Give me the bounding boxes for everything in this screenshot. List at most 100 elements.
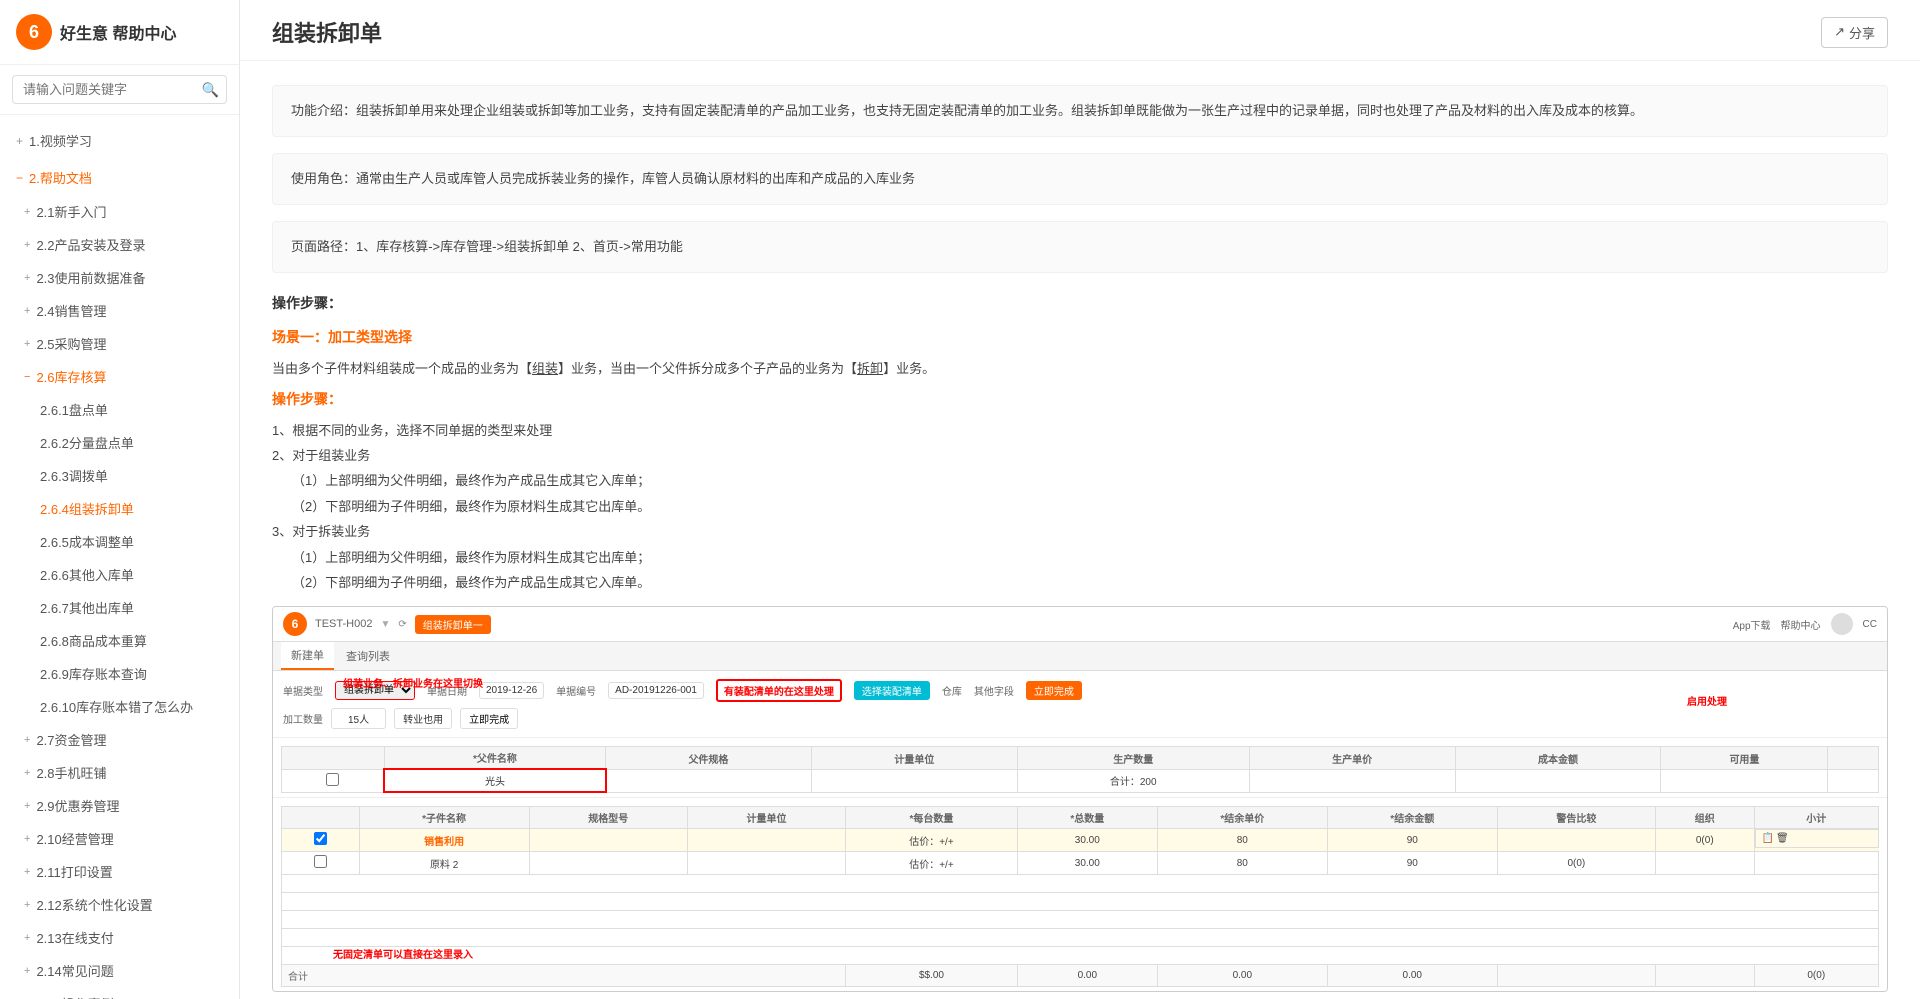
nav-sub-docs: + 2.1新手入门 + 2.2产品安装及登录 + 2.3使用前数据准备 [0, 195, 239, 999]
scenario-title: 场景一：加工类型选择 [272, 327, 1888, 347]
mock-dropdown-icon: ▼ [380, 619, 390, 630]
sidebar-item-assembly[interactable]: 2.6.4组装拆卸单 [0, 492, 239, 525]
nav-sub-section-online-pay: + 2.13在线支付 [0, 921, 239, 954]
nav-sub-section-print: + 2.11打印设置 [0, 855, 239, 888]
cell-act: 📋🗑 [1755, 829, 1879, 848]
nav-sub-section-personalize: + 2.12系统个性化设置 [0, 888, 239, 921]
sidebar-item-other-out[interactable]: 2.6.7其他出库单 [0, 591, 239, 624]
sidebar-item-purchase[interactable]: + 2.5采购管理 [0, 327, 239, 360]
col-item: *子件名称 [359, 807, 529, 829]
mock-select-bom-btn[interactable]: 选择装配清单 [854, 681, 930, 700]
sidebar-item-inventory[interactable]: 2.6.1盘点单 [0, 393, 239, 426]
sidebar-item-finance[interactable]: + 2.7资金管理 [0, 723, 239, 756]
cell-price2: 80 [1157, 829, 1327, 852]
cell-cost2: 90 [1327, 829, 1497, 852]
foot-blank1: 0.00 [1017, 965, 1157, 987]
row-checkbox[interactable] [314, 832, 327, 845]
sidebar-item-faq[interactable]: + 2.14常见问题 [0, 954, 239, 987]
sidebar-item-label: 2.14常见问题 [36, 961, 113, 980]
path-text: 页面路径：1、库存核算->库存管理->组装拆卸单 2、首页->常用功能 [291, 239, 683, 254]
step-2-2: （2）下部明细为子件明细，最终作为原材料生成其它出库单。 [292, 495, 1888, 518]
col-total: *总数量 [1017, 807, 1157, 829]
mock-save-btn[interactable]: 立即完成 [1026, 681, 1082, 700]
nav-sub-section-finance: + 2.7资金管理 [0, 723, 239, 756]
table-row [282, 893, 1879, 911]
mock-code: TEST-H002 [315, 618, 372, 630]
table-row: 原料 2 估价：+/+ 30.00 80 90 0(0) [282, 852, 1879, 875]
mock-tab-list[interactable]: 查询列表 [336, 643, 400, 669]
mock-user-label: CC [1863, 619, 1877, 630]
intro-text: 功能介绍：组装拆卸单用来处理企业组装或拆卸等加工业务，支持有固定装配清单的产品加… [291, 103, 1643, 118]
sidebar-item-label: 2.8手机旺铺 [36, 763, 106, 782]
sidebar-item-split-inventory[interactable]: 2.6.2分量盘点单 [0, 426, 239, 459]
cell-check[interactable] [282, 852, 360, 875]
sidebar-item-label: 2.5采购管理 [36, 334, 106, 353]
mock-topbar-left: 6 TEST-H002 ▼ ⟳ 组装拆卸单一 [283, 612, 491, 636]
foot-label: 合计 [282, 965, 846, 987]
cell-cost2: 90 [1327, 852, 1497, 875]
col-spec2: 规格型号 [529, 807, 687, 829]
col-qty2: *每台数量 [846, 807, 1018, 829]
sidebar-item-newbie[interactable]: + 2.1新手入门 [0, 195, 239, 228]
search-icon: 🔍 [202, 81, 219, 98]
table-row [282, 875, 1879, 893]
cell-check[interactable] [282, 769, 385, 792]
sidebar-item-cost-adjust[interactable]: 2.6.5成本调整单 [0, 525, 239, 558]
scenario-desc: 当由多个子件材料组装成一个成品的业务为【组装】业务，当由一个父件拆分成多个子产品… [272, 357, 1888, 380]
minus-icon: − [24, 371, 30, 383]
plus-icon: + [24, 734, 30, 746]
mock-tab-new[interactable]: 新建单 [281, 642, 334, 670]
sidebar-item-label: 2.11打印设置 [36, 862, 112, 881]
foot-blank2: 0.00 [1157, 965, 1327, 987]
mock-avatar [1831, 613, 1853, 635]
sidebar-item-install[interactable]: + 2.2产品安装及登录 [0, 228, 239, 261]
empty-row [282, 875, 1879, 893]
sidebar-item-video[interactable]: + 1.视频学习 [0, 123, 239, 158]
search-area[interactable]: 🔍 [0, 65, 239, 115]
row-checkbox[interactable] [314, 855, 327, 868]
page-header: 组装拆卸单 ↗ 分享 [240, 0, 1920, 61]
mock-help-link: 帮助中心 [1781, 617, 1821, 632]
plus-icon: + [24, 800, 30, 812]
sidebar-item-other-in[interactable]: 2.6.6其他入库单 [0, 558, 239, 591]
mock-topbar: 6 TEST-H002 ▼ ⟳ 组装拆卸单一 App下载 帮助中心 CC [273, 607, 1887, 642]
mock-form-area: 单据类型 组装拆卸单 单据日期 2019-12-26 单据编号 AD-20191… [273, 671, 1887, 738]
sidebar-item-online-pay[interactable]: + 2.13在线支付 [0, 921, 239, 954]
nav-sub-section-install: + 2.2产品安装及登录 [0, 228, 239, 261]
table-row: 销售利用 估价：+/+ 30.00 80 90 0(0) 📋🗑 [282, 829, 1879, 852]
row-checkbox[interactable] [326, 773, 339, 786]
sidebar-item-adjust[interactable]: 2.6.3调拨单 [0, 459, 239, 492]
plus-icon: + [24, 833, 30, 845]
col-avail: 警告比较 [1497, 807, 1655, 829]
cell-price [1249, 769, 1455, 792]
sidebar-item-sales[interactable]: + 2.4销售管理 [0, 294, 239, 327]
sidebar-item-stock-query[interactable]: 2.6.9库存账本查询 [0, 657, 239, 690]
mock-main-btn[interactable]: 组装拆卸单一 [415, 615, 491, 634]
mock-expand-btn[interactable]: 立即完成 [460, 708, 518, 729]
cell-avail: 0(0) [1497, 852, 1655, 875]
share-button[interactable]: ↗ 分享 [1821, 17, 1888, 48]
sidebar-item-print[interactable]: + 2.11打印设置 [0, 855, 239, 888]
empty-row [282, 911, 1879, 929]
sidebar-item-cost-calc[interactable]: 2.6.8商品成本重算 [0, 624, 239, 657]
mock-select-type[interactable]: 组装拆卸单 [335, 681, 415, 700]
steps-title: 操作步骤： [272, 389, 1888, 409]
sidebar-item-ops[interactable]: + 2.10经营管理 [0, 822, 239, 855]
search-input[interactable] [12, 75, 227, 104]
sidebar-item-docs[interactable]: − 2.帮助文档 [0, 160, 239, 195]
logo-area: 6 好生意 帮助中心 [0, 0, 239, 65]
sidebar-item-cases[interactable]: + 2.15操作案例 [0, 987, 239, 999]
foot-blank5 [1656, 965, 1755, 987]
sidebar-item-coupon[interactable]: + 2.9优惠券管理 [0, 789, 239, 822]
mock-field-label-extra1: 仓库 [942, 683, 962, 698]
sidebar-item-warehouse[interactable]: − 2.6库存核算 [0, 360, 239, 393]
sidebar-item-personalize[interactable]: + 2.12系统个性化设置 [0, 888, 239, 921]
sidebar-item-mobile[interactable]: + 2.8手机旺铺 [0, 756, 239, 789]
sidebar-item-stock-error[interactable]: 2.6.10库存账本错了怎么办 [0, 690, 239, 723]
sidebar-item-data[interactable]: + 2.3使用前数据准备 [0, 261, 239, 294]
mock-remarks: 转业也用 [394, 708, 452, 729]
col-check [282, 807, 360, 829]
nav-section-docs: − 2.帮助文档 + 2.1新手入门 + 2.2产品安装及登录 [0, 160, 239, 999]
role-block: 使用角色：通常由生产人员或库管人员完成拆装业务的操作，库管人员确认原材料的出库和… [272, 153, 1888, 205]
cell-check[interactable] [282, 829, 360, 852]
